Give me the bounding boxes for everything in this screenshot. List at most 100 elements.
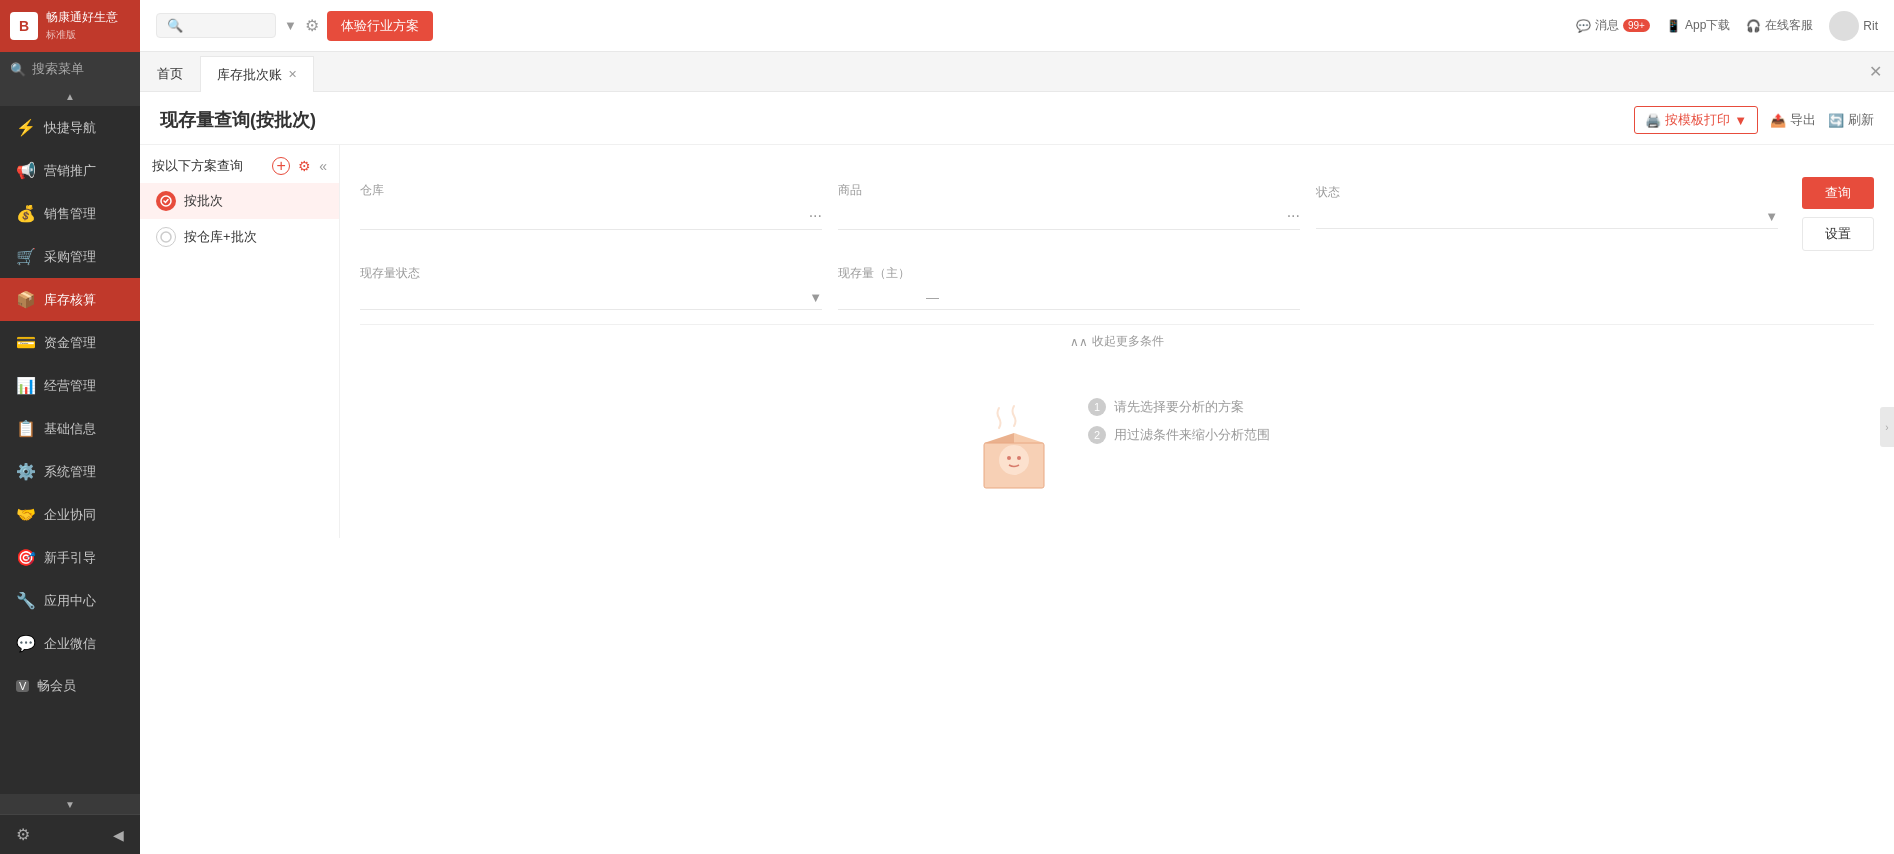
scheme-item-batch[interactable]: 按批次 xyxy=(140,183,339,219)
sidebar-search[interactable]: 🔍 搜索菜单 xyxy=(0,52,140,86)
sidebar-item-apps[interactable]: 🔧 应用中心 xyxy=(0,579,140,622)
newuser-icon: 🎯 xyxy=(16,548,36,567)
sidebar-item-label: 基础信息 xyxy=(44,420,96,438)
status-dropdown-icon[interactable]: ▼ xyxy=(1765,209,1778,224)
step-1-num: 1 xyxy=(1088,398,1106,416)
footer-collapse-icon[interactable]: ◀ xyxy=(113,827,124,843)
online-service-btn[interactable]: 🎧 在线客服 xyxy=(1746,17,1813,34)
inventory-status-select[interactable]: ▼ xyxy=(360,286,822,310)
sidebar-item-inventory[interactable]: 📦 库存核算 xyxy=(0,278,140,321)
warehouse-dots-icon[interactable]: ··· xyxy=(809,207,822,225)
sidebar-item-label: 系统管理 xyxy=(44,463,96,481)
user-name: Rit xyxy=(1863,19,1878,33)
status-select[interactable]: ▼ xyxy=(1316,205,1778,229)
inventory-amount-to[interactable] xyxy=(947,290,1027,305)
sidebar-item-enterprise[interactable]: 🤝 企业协同 xyxy=(0,493,140,536)
chevron-up-icon: ∧∧ xyxy=(1070,335,1088,349)
tab-batch-account[interactable]: 库存批次账 ✕ xyxy=(200,56,314,92)
topbar-gear-icon[interactable]: ⚙ xyxy=(305,16,319,35)
sidebar-item-wechat[interactable]: 💬 企业微信 xyxy=(0,622,140,665)
marketing-icon: 📢 xyxy=(16,161,36,180)
print-label: 按模板打印 xyxy=(1665,111,1730,129)
scroll-up-btn[interactable]: ▲ xyxy=(0,86,140,106)
tab-batch-account-label: 库存批次账 xyxy=(217,66,282,84)
sidebar-item-label: 采购管理 xyxy=(44,248,96,266)
range-separator: — xyxy=(926,290,939,305)
collapse-more-btn[interactable]: ∧∧ 收起更多条件 xyxy=(360,324,1874,358)
user-area[interactable]: Rit xyxy=(1829,11,1878,41)
search-label: 搜索菜单 xyxy=(32,60,84,78)
scheme-settings-icon[interactable]: ⚙ xyxy=(298,158,311,174)
inventory-status-dropdown-icon[interactable]: ▼ xyxy=(809,290,822,305)
sidebar-item-label: 经营管理 xyxy=(44,377,96,395)
refresh-label: 刷新 xyxy=(1848,111,1874,129)
product-input[interactable]: ··· xyxy=(838,203,1300,230)
export-btn[interactable]: 📤 导出 xyxy=(1770,111,1816,129)
sidebar-item-label: 销售管理 xyxy=(44,205,96,223)
empty-box-svg xyxy=(964,398,1064,498)
sidebar-item-finance[interactable]: 💳 资金管理 xyxy=(0,321,140,364)
svg-point-4 xyxy=(999,445,1029,475)
empty-state: 1 请先选择要分析的方案 2 用过滤条件来缩小分析范围 xyxy=(964,398,1270,498)
settings-btn[interactable]: 设置 xyxy=(1802,217,1874,251)
tab-panel-close-btn[interactable]: ✕ xyxy=(1857,52,1894,91)
message-btn[interactable]: 💬 消息 99+ xyxy=(1576,17,1650,34)
print-btn[interactable]: 🖨️ 按模板打印 ▼ xyxy=(1634,106,1758,134)
right-panel-toggle[interactable]: › xyxy=(1880,407,1894,447)
close-icon: ✕ xyxy=(1869,62,1882,81)
add-scheme-icon[interactable]: + xyxy=(272,157,290,175)
collapse-label: 收起更多条件 xyxy=(1092,333,1164,350)
collapse-sidebar-icon[interactable]: « xyxy=(319,158,327,174)
scheme-item-warehouse-batch[interactable]: 按仓库+批次 xyxy=(140,219,339,255)
sidebar-item-operations[interactable]: 📊 经营管理 xyxy=(0,364,140,407)
headset-icon: 🎧 xyxy=(1746,19,1761,33)
status-label: 状态 xyxy=(1316,184,1778,201)
scheme-batch-icon xyxy=(156,191,176,211)
sidebar-item-vip[interactable]: V 畅会员 xyxy=(0,665,140,707)
warehouse-input[interactable]: ··· xyxy=(360,203,822,230)
apps-icon: 🔧 xyxy=(16,591,36,610)
inventory-amount-label: 现存量（主） xyxy=(838,265,1300,282)
product-dots-icon[interactable]: ··· xyxy=(1287,207,1300,225)
sidebar-item-label: 企业微信 xyxy=(44,635,96,653)
sidebar-item-label: 库存核算 xyxy=(44,291,96,309)
search-icon: 🔍 xyxy=(10,62,26,77)
filter-sidebar-title: 按以下方案查询 xyxy=(152,157,243,175)
topbar-dropdown-icon[interactable]: ▼ xyxy=(284,18,297,33)
tab-close-icon[interactable]: ✕ xyxy=(288,68,297,81)
sidebar-item-label: 资金管理 xyxy=(44,334,96,352)
step-2-num: 2 xyxy=(1088,426,1106,444)
scheme-batch-label: 按批次 xyxy=(184,192,223,210)
sidebar-item-system[interactable]: ⚙️ 系统管理 xyxy=(0,450,140,493)
sidebar-item-quick-nav[interactable]: ⚡ 快捷导航 xyxy=(0,106,140,149)
finance-icon: 💳 xyxy=(16,333,36,352)
scroll-down-btn[interactable]: ▼ xyxy=(0,794,140,814)
page-header-actions: 🖨️ 按模板打印 ▼ 📤 导出 🔄 刷新 xyxy=(1634,106,1874,134)
experience-btn[interactable]: 体验行业方案 xyxy=(327,11,433,41)
topbar-search-box[interactable]: 🔍 xyxy=(156,13,276,38)
print-dropdown-icon[interactable]: ▼ xyxy=(1734,113,1747,128)
sidebar-footer: ⚙ ◀ xyxy=(0,814,140,854)
sidebar-item-newuser[interactable]: 🎯 新手引导 xyxy=(0,536,140,579)
query-btn[interactable]: 查询 xyxy=(1802,177,1874,209)
page-content: 现存量查询(按批次) 🖨️ 按模板打印 ▼ 📤 导出 🔄 刷新 xyxy=(140,92,1894,854)
tab-home[interactable]: 首页 xyxy=(140,55,200,91)
inventory-amount-from[interactable] xyxy=(838,290,918,305)
basic-icon: 📋 xyxy=(16,419,36,438)
sidebar-item-purchase[interactable]: 🛒 采购管理 xyxy=(0,235,140,278)
export-label: 导出 xyxy=(1790,111,1816,129)
footer-settings-icon[interactable]: ⚙ xyxy=(16,825,30,844)
sidebar-item-basic[interactable]: 📋 基础信息 xyxy=(0,407,140,450)
app-download-label: App下载 xyxy=(1685,17,1730,34)
sidebar-item-sales[interactable]: 💰 销售管理 xyxy=(0,192,140,235)
empty-text: 1 请先选择要分析的方案 2 用过滤条件来缩小分析范围 xyxy=(1088,398,1270,444)
message-label: 消息 xyxy=(1595,17,1619,34)
printer-icon: 🖨️ xyxy=(1645,113,1661,128)
inventory-amount-range[interactable]: — xyxy=(838,286,1300,310)
svg-point-1 xyxy=(161,232,171,242)
refresh-btn[interactable]: 🔄 刷新 xyxy=(1828,111,1874,129)
sidebar-item-marketing[interactable]: 📢 营销推广 xyxy=(0,149,140,192)
vip-icon: V xyxy=(16,680,29,692)
filter-panel-wrapper: 仓库 ··· 商品 ··· xyxy=(340,145,1894,538)
app-download-btn[interactable]: 📱 App下载 xyxy=(1666,17,1730,34)
